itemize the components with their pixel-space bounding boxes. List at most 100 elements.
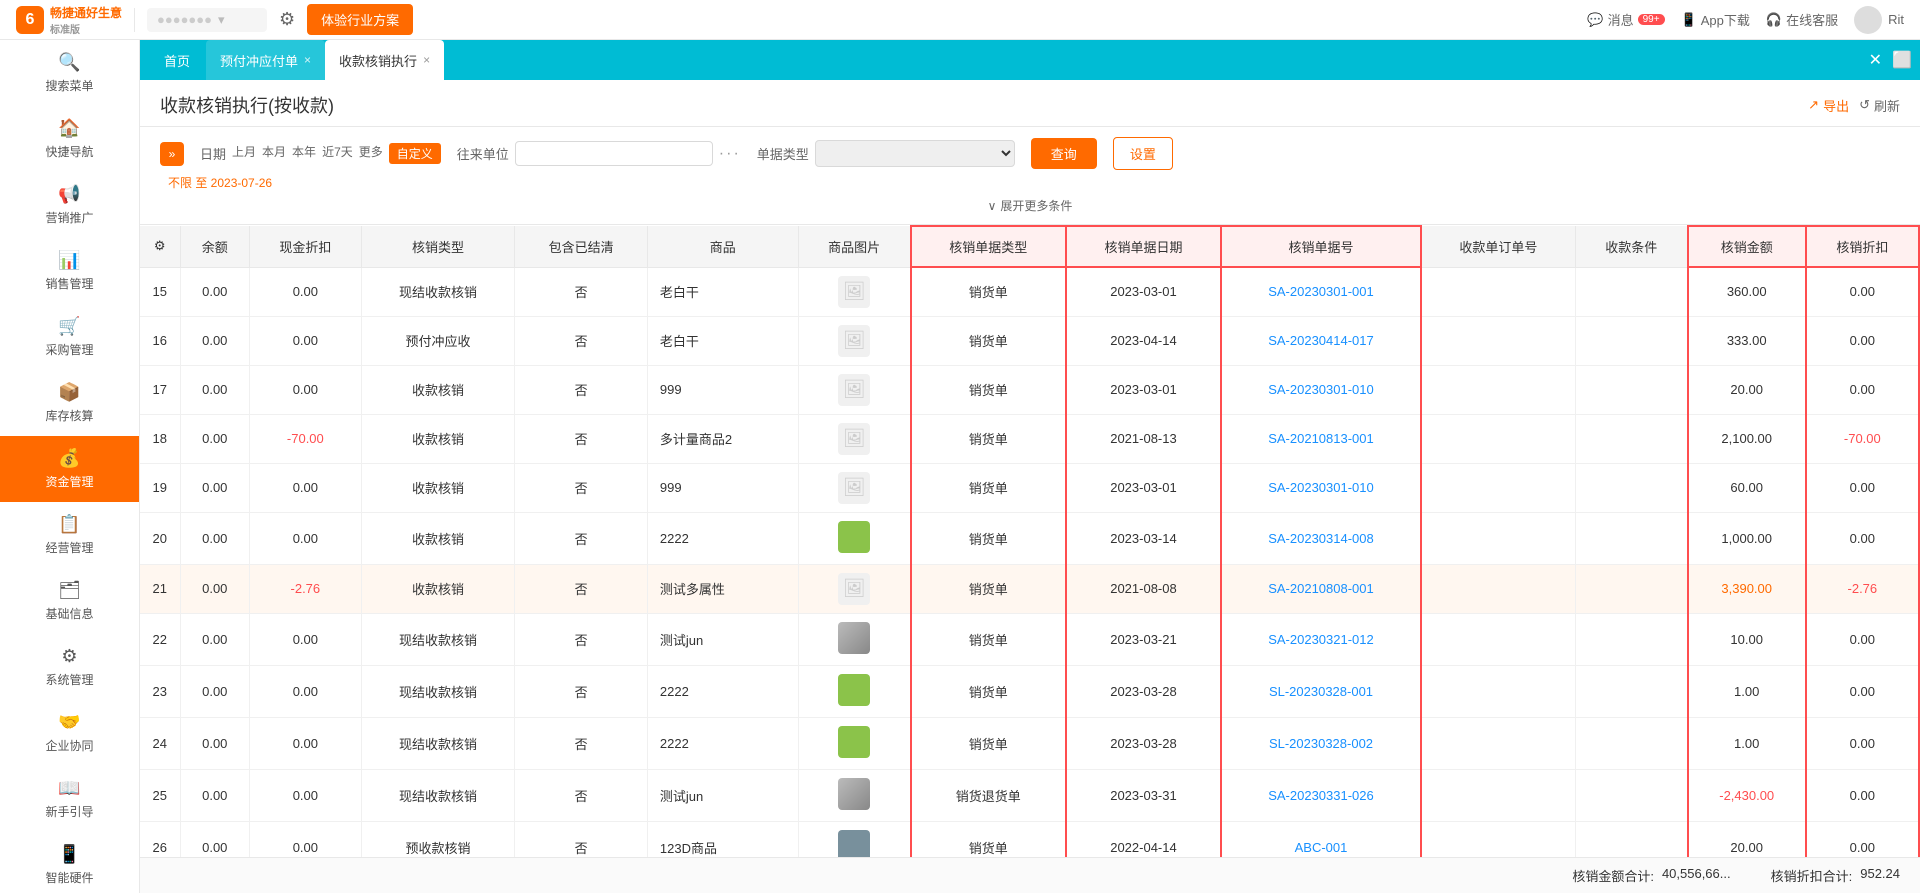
system-icon: ⚙ [61,646,77,667]
doc-no-link[interactable]: SA-20230301-010 [1268,382,1374,397]
sidebar-item-nav[interactable]: 🏠 快捷导航 [0,106,139,172]
doc-no-link[interactable]: ABC-001 [1295,840,1348,855]
cell-goods-img: 🖼 [798,414,910,463]
table-row: 25 0.00 0.00 现结收款核销 否 测试jun 销货退货单 2023-0… [140,769,1919,821]
sidebar-item-inventory[interactable]: 📦 库存核算 [0,370,139,436]
notification-item[interactable]: 💬 消息 99+ [1587,10,1664,29]
cell-writeoff-type: 现结收款核销 [361,717,515,769]
cell-writeoff-type: 预收款核销 [361,821,515,857]
cell-goods-img [798,613,910,665]
sidebar-item-search[interactable]: 🔍 搜索菜单 [0,40,139,106]
close-window-btn[interactable]: ✕ [1869,50,1882,70]
sidebar-item-guide[interactable]: 📖 新手引导 [0,766,139,832]
table-row: 24 0.00 0.00 现结收款核销 否 2222 销货单 2023-03-2… [140,717,1919,769]
cell-writeoff-discount: 0.00 [1806,267,1919,316]
filter-toggle-btn[interactable]: » [160,142,184,166]
sidebar-item-collab[interactable]: 🤝 企业协同 [0,700,139,766]
settings-btn[interactable]: 设置 [1113,137,1173,170]
cell-goods-img [798,821,910,857]
cell-doc-no: SA-20210808-001 [1221,564,1421,613]
sidebar-item-marketing[interactable]: 📢 营销推广 [0,172,139,238]
doc-no-link[interactable]: SA-20230301-010 [1268,480,1374,495]
cell-doc-no: SL-20230328-002 [1221,717,1421,769]
notification-badge: 99+ [1638,14,1665,25]
doc-no-link[interactable]: SA-20230331-026 [1268,788,1374,803]
online-service-label: 在线客服 [1786,10,1838,29]
sidebar-label-system: 系统管理 [45,671,93,688]
doc-no-link[interactable]: SA-20230321-012 [1268,632,1374,647]
cell-cash-discount: 0.00 [250,613,362,665]
col-cash-discount: 现金折扣 [250,226,362,267]
tab-advance[interactable]: 预付冲应付单 × [206,40,325,80]
cell-doc-date: 2023-03-31 [1066,769,1221,821]
query-btn[interactable]: 查询 [1031,138,1097,169]
maximize-btn[interactable]: ⬜ [1892,50,1912,70]
cell-doc-date: 2021-08-13 [1066,414,1221,463]
inventory-icon: 📦 [58,382,80,403]
cell-goods: 测试多属性 [647,564,798,613]
app-logo: 6 畅捷通好生意 标准版 [16,4,122,36]
doc-no-link[interactable]: SA-20230414-017 [1268,333,1374,348]
cell-receipt-terms [1575,717,1687,769]
footer-writeoff-discount-value: 952.24 [1860,866,1900,885]
tab-advance-close[interactable]: × [304,53,311,67]
refresh-btn[interactable]: ↺ 刷新 [1859,96,1900,115]
sidebar-label-search: 搜索菜单 [45,77,93,94]
cell-doc-date: 2023-03-28 [1066,665,1221,717]
expand-more-btn[interactable]: ∨ 展开更多条件 [160,197,1900,214]
last-month-link[interactable]: 上月 [232,143,256,164]
marketing-icon: 📢 [58,184,80,205]
last7days-link[interactable]: 近7天 [322,143,353,164]
industry-btn[interactable]: 体验行业方案 [307,4,413,35]
this-year-link[interactable]: 本年 [292,143,316,164]
cell-doc-type: 销货单 [911,717,1066,769]
cell-cash-discount: 0.00 [250,267,362,316]
sidebar-item-hardware[interactable]: 📱 智能硬件 [0,832,139,893]
sidebar-item-basic[interactable]: 🗂 基础信息 [0,568,139,634]
cell-doc-type: 销货单 [911,613,1066,665]
cell-include-cleared: 否 [515,717,648,769]
tab-collection[interactable]: 收款核销执行 × [325,40,444,80]
col-settings[interactable]: ⚙ [140,226,180,267]
cell-writeoff-amount: 333.00 [1688,316,1806,365]
cell-doc-date: 2023-04-14 [1066,316,1221,365]
tab-collection-label: 收款核销执行 [339,51,417,70]
cell-goods-img [798,512,910,564]
cell-include-cleared: 否 [515,365,648,414]
doc-no-link[interactable]: SA-20210813-001 [1268,431,1374,446]
cell-goods-img [798,665,910,717]
sidebar-item-purchase[interactable]: 🛒 采购管理 [0,304,139,370]
counterpart-dots[interactable]: ··· [719,145,741,163]
cell-goods-img: 🖼 [798,564,910,613]
footer-writeoff-amount: 核销金额合计: 40,556,66... [1572,866,1730,885]
tab-home[interactable]: 首页 [148,40,206,80]
settings-icon-btn[interactable]: ⚙ [279,9,295,30]
doc-no-link[interactable]: SA-20210808-001 [1268,581,1374,596]
sidebar-item-operations[interactable]: 📋 经营管理 [0,502,139,568]
this-month-link[interactable]: 本月 [262,143,286,164]
cell-writeoff-amount: 20.00 [1688,365,1806,414]
doc-no-link[interactable]: SA-20230301-001 [1268,284,1374,299]
logo-icon: 6 [16,6,44,34]
filter-bar: » 日期 上月 本月 本年 近7天 更多 自定义 往来单位 ··· [140,127,1920,225]
doc-no-link[interactable]: SL-20230328-002 [1269,736,1373,751]
sidebar-item-system[interactable]: ⚙ 系统管理 [0,634,139,700]
receipt-type-select[interactable] [815,140,1015,167]
app-download-item[interactable]: 📱 App下载 [1681,10,1750,29]
cell-writeoff-amount: 1,000.00 [1688,512,1806,564]
cell-receipt-order-no [1421,564,1575,613]
doc-no-link[interactable]: SL-20230328-001 [1269,684,1373,699]
more-link[interactable]: 更多 [359,143,383,164]
custom-link[interactable]: 自定义 [389,143,441,164]
online-service-item[interactable]: 🎧 在线客服 [1766,10,1838,29]
cell-receipt-order-no [1421,316,1575,365]
main-table: ⚙ 余额 现金折扣 核销类型 包含已结清 商品 商品图片 核销单据类型 核销单据… [140,225,1920,857]
doc-no-link[interactable]: SA-20230314-008 [1268,531,1374,546]
export-btn[interactable]: ↗ 导出 [1808,96,1849,115]
divider [134,8,135,32]
dropdown-icon[interactable]: ▾ [218,12,225,28]
sidebar-item-sales[interactable]: 📊 销售管理 [0,238,139,304]
sidebar-item-finance[interactable]: 💰 资金管理 [0,436,139,502]
tab-collection-close[interactable]: × [423,53,430,67]
counterpart-input[interactable] [515,141,713,166]
